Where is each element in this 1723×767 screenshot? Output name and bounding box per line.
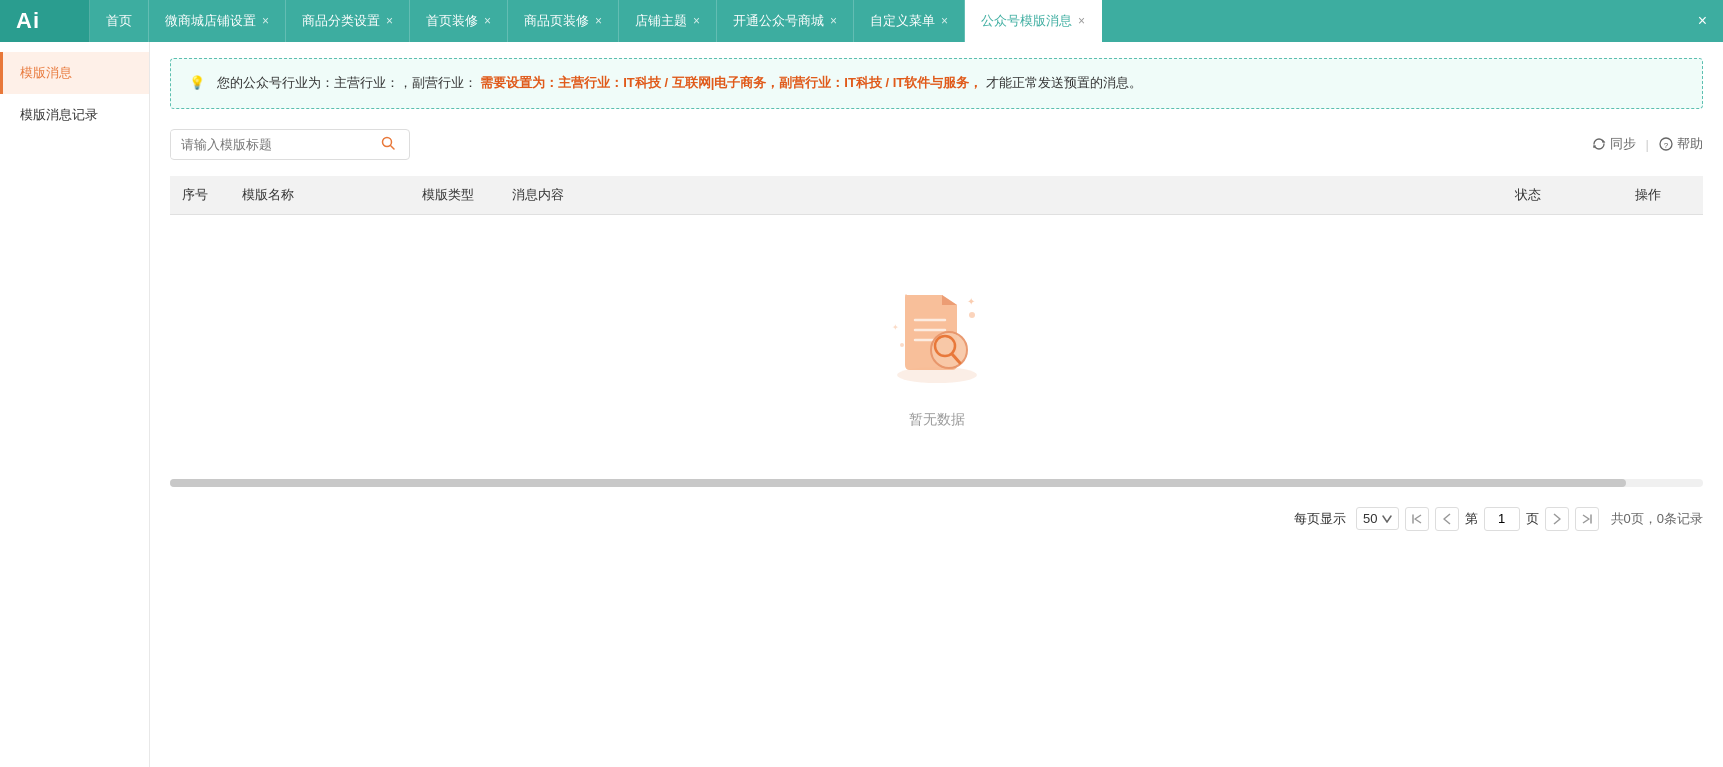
- alert-icon: 💡: [189, 75, 205, 90]
- page-unit: 页: [1526, 510, 1539, 528]
- search-bar: 同步 | ? 帮助: [170, 129, 1703, 160]
- empty-icon: ✦ ✦: [877, 275, 997, 395]
- toolbar-right: 同步 | ? 帮助: [1592, 135, 1703, 153]
- last-page-button[interactable]: [1575, 507, 1599, 531]
- sync-button[interactable]: 同步: [1592, 135, 1636, 153]
- sidebar-item-template-msg[interactable]: 模版消息: [0, 52, 149, 94]
- tab-close-shop-theme[interactable]: ×: [693, 14, 700, 28]
- search-input-wrap: [170, 129, 410, 160]
- sidebar-item-template-record[interactable]: 模版消息记录: [0, 94, 149, 136]
- svg-point-12: [900, 343, 904, 347]
- tab-wechat-shop[interactable]: 微商城店铺设置 ×: [149, 0, 286, 42]
- tab-custom-menu[interactable]: 自定义菜单 ×: [854, 0, 965, 42]
- tab-close-custom-menu[interactable]: ×: [941, 14, 948, 28]
- col-action: 操作: [1623, 176, 1703, 215]
- tab-close-home-decor[interactable]: ×: [484, 14, 491, 28]
- empty-text: 暂无数据: [170, 411, 1703, 429]
- tab-shop-theme[interactable]: 店铺主题 ×: [619, 0, 717, 42]
- data-table: 序号 模版名称 模版类型 消息内容 状态 操作: [170, 176, 1703, 469]
- search-input[interactable]: [171, 131, 371, 158]
- first-page-button[interactable]: [1405, 507, 1429, 531]
- horizontal-scrollbar[interactable]: [170, 479, 1703, 487]
- chevron-down-icon: [1382, 515, 1392, 523]
- last-page-icon: [1581, 513, 1593, 525]
- tab-template-msg[interactable]: 公众号模版消息 ×: [965, 0, 1102, 42]
- page-number-input[interactable]: [1484, 507, 1520, 531]
- tab-close-product-decor[interactable]: ×: [595, 14, 602, 28]
- search-button[interactable]: [371, 130, 405, 159]
- svg-text:?: ?: [1664, 141, 1669, 150]
- pagination: 每页显示 50 第 页: [170, 497, 1703, 541]
- tab-bar: Ai 首页 微商城店铺设置 × 商品分类设置 × 首页装修 × 商品页装修 × …: [0, 0, 1723, 42]
- col-type: 模版类型: [410, 176, 500, 215]
- empty-state: ✦ ✦ 暂无数据: [170, 215, 1703, 469]
- alert-box: 💡 您的公众号行业为：主营行业：，副营行业： 需要设置为：主营行业：IT科技 /…: [170, 58, 1703, 109]
- page-size-select[interactable]: 50: [1356, 507, 1398, 530]
- main-layout: 模版消息 模版消息记录 💡 您的公众号行业为：主营行业：，副营行业： 需要设置为…: [0, 42, 1723, 767]
- total-info: 共0页，0条记录: [1611, 510, 1703, 528]
- col-status: 状态: [1503, 176, 1623, 215]
- next-page-button[interactable]: [1545, 507, 1569, 531]
- col-name: 模版名称: [230, 176, 410, 215]
- tab-home[interactable]: 首页: [90, 0, 149, 42]
- first-page-icon: [1411, 513, 1423, 525]
- prev-page-button[interactable]: [1435, 507, 1459, 531]
- col-content: 消息内容: [500, 176, 1503, 215]
- col-index: 序号: [170, 176, 230, 215]
- page-size-label: 每页显示: [1294, 510, 1346, 528]
- sidebar: 模版消息 模版消息记录: [0, 42, 150, 767]
- svg-line-1: [391, 145, 395, 149]
- tab-category[interactable]: 商品分类设置 ×: [286, 0, 410, 42]
- tab-product-decor[interactable]: 商品页装修 ×: [508, 0, 619, 42]
- svg-point-11: [969, 312, 975, 318]
- tab-close-template-msg[interactable]: ×: [1078, 14, 1085, 28]
- tab-close-open-mall[interactable]: ×: [830, 14, 837, 28]
- help-button[interactable]: ? 帮助: [1659, 135, 1703, 153]
- svg-text:✦: ✦: [967, 296, 975, 307]
- next-page-icon: [1553, 513, 1561, 525]
- tab-home-decor[interactable]: 首页装修 ×: [410, 0, 508, 42]
- page-prefix: 第: [1465, 510, 1478, 528]
- svg-text:✦: ✦: [892, 323, 899, 332]
- tab-close-category[interactable]: ×: [386, 14, 393, 28]
- tab-bar-close-button[interactable]: ×: [1682, 12, 1723, 30]
- tab-close-wechat-shop[interactable]: ×: [262, 14, 269, 28]
- app-logo: Ai: [0, 0, 90, 42]
- prev-page-icon: [1443, 513, 1451, 525]
- scrollbar-thumb[interactable]: [170, 479, 1626, 487]
- content-area: 💡 您的公众号行业为：主营行业：，副营行业： 需要设置为：主营行业：IT科技 /…: [150, 42, 1723, 767]
- tab-open-mall[interactable]: 开通公众号商城 ×: [717, 0, 854, 42]
